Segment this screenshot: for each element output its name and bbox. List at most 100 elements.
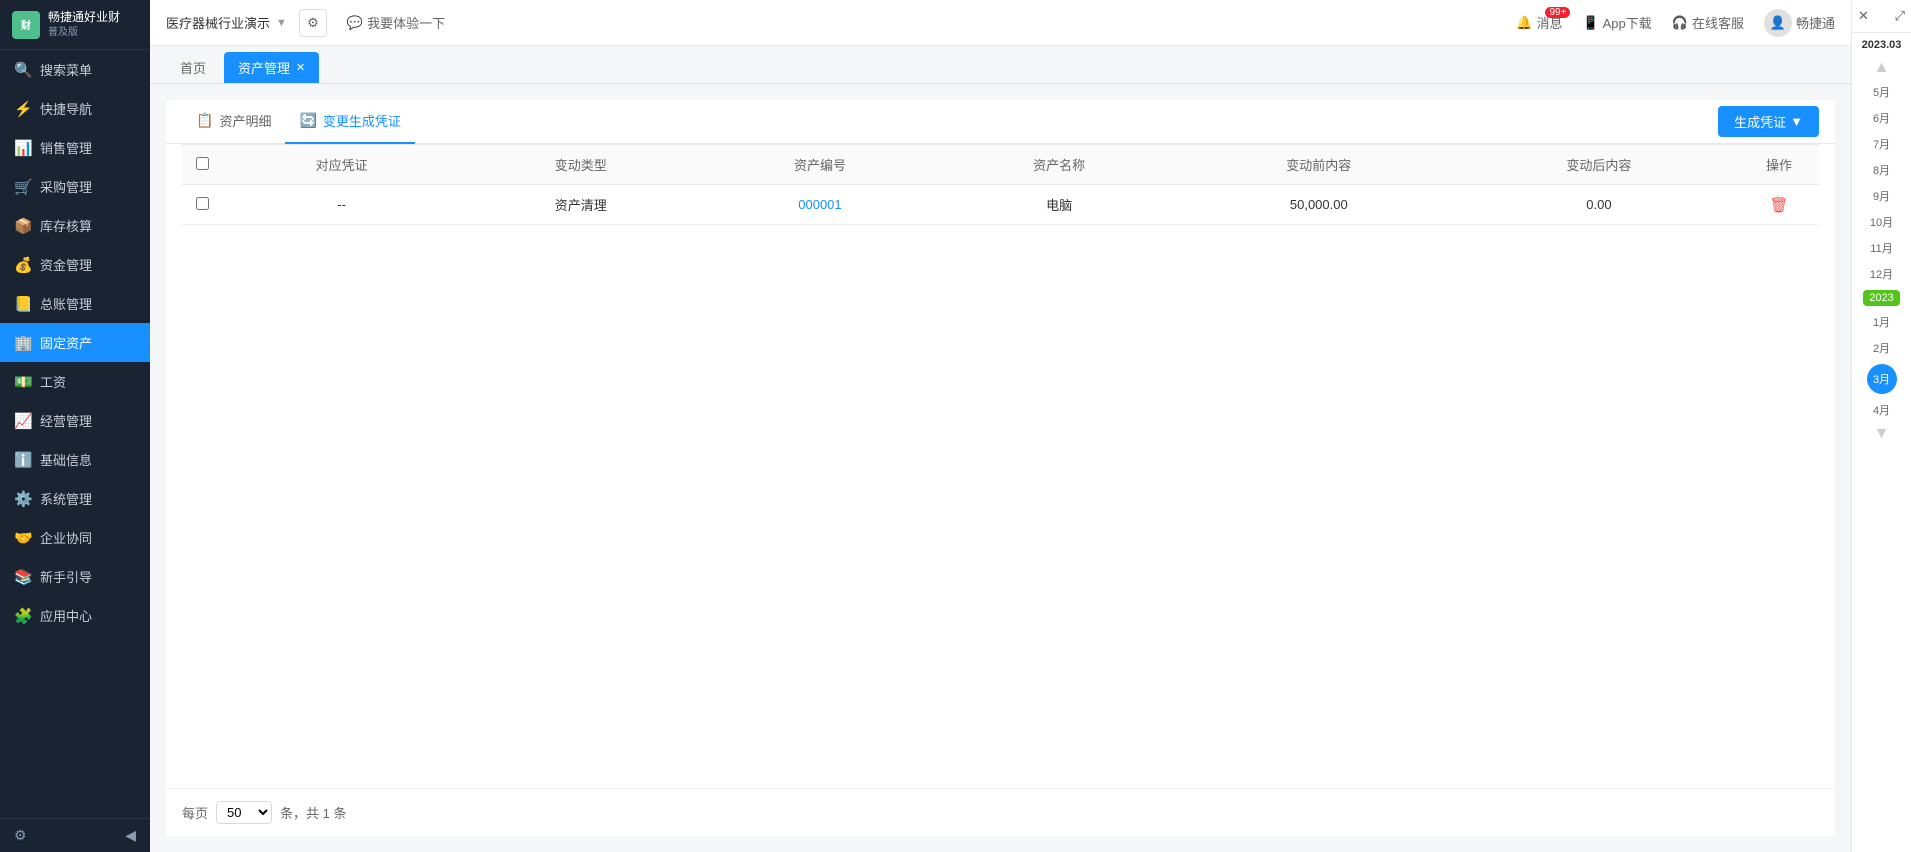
sidebar-item-inventory[interactable]: 📦库存核算: [0, 206, 150, 245]
sidebar-item-search[interactable]: 🔍 搜索菜单: [0, 50, 150, 89]
timeline-month-5[interactable]: 5月: [1873, 79, 1890, 105]
pagination: 每页 50 10 20 100 条，共 1 条: [166, 788, 1835, 836]
change-voucher-icon: 🔄: [299, 112, 316, 129]
message-button[interactable]: 🔔 消息 99+: [1516, 13, 1562, 32]
sidebar-label-purchase: 采购管理: [40, 177, 92, 196]
sidebar-item-system[interactable]: ⚙️系统管理: [0, 479, 150, 518]
customer-service-button[interactable]: 🎧 在线客服: [1672, 13, 1744, 32]
per-page-label: 每页: [182, 803, 208, 822]
panel-year-label: 2023.03: [1852, 33, 1911, 57]
app-download-button[interactable]: 📱 App下载: [1582, 13, 1651, 32]
timeline-month-11[interactable]: 11月: [1870, 235, 1892, 261]
feedback-icon: 💬: [347, 15, 363, 31]
timeline-month-6[interactable]: 6月: [1873, 105, 1890, 131]
sidebar-item-ledger[interactable]: 📒 总账管理: [0, 284, 150, 323]
sidebar-item-quicknav[interactable]: ⚡快捷导航: [0, 89, 150, 128]
timeline-month-feb[interactable]: 2月: [1873, 335, 1890, 361]
timeline-month-9[interactable]: 9月: [1873, 183, 1890, 209]
search-icon: 🔍: [14, 61, 32, 79]
sidebar-label-appmarket: 应用中心: [40, 606, 92, 625]
sidebar-label-search: 搜索菜单: [40, 60, 92, 79]
purchase-icon: 🛒: [14, 178, 32, 196]
timeline-month-mar-active[interactable]: 3月: [1867, 364, 1897, 394]
asset-detail-icon: 📋: [196, 112, 213, 129]
service-icon: 🎧: [1672, 15, 1688, 31]
basicinfo-icon: ℹ️: [14, 451, 32, 469]
timeline-up-arrow[interactable]: ▲: [1872, 57, 1892, 79]
tab-home[interactable]: 首页: [166, 52, 220, 83]
timeline-month-12[interactable]: 12月: [1870, 261, 1893, 287]
timeline-month-apr[interactable]: 4月: [1873, 397, 1890, 423]
header-assetid: 资产编号: [700, 145, 939, 185]
sidebar-label-operations: 经营管理: [40, 411, 92, 430]
generate-voucher-button[interactable]: 生成凭证 ▼: [1718, 106, 1819, 137]
nav-tabs: 首页 资产管理 ✕: [150, 46, 1851, 84]
sidebar-label-fixedasset: 固定资产: [40, 333, 92, 352]
sidebar: 财 畅捷通好业财 普及版 🔍搜索菜单⚡快捷导航📊销售管理🛒采购管理📦库存核算💰资…: [0, 0, 150, 852]
ledger-icon: 📒: [14, 295, 32, 313]
table-wrapper: 对应凭证 变动类型 资产编号 资产名称 变动前内容 变动后内容 操作 -- 资产…: [166, 144, 1835, 225]
asset-table: 对应凭证 变动类型 资产编号 资产名称 变动前内容 变动后内容 操作 -- 资产…: [182, 144, 1819, 225]
collapse-icon[interactable]: ◀: [125, 827, 136, 844]
company-name: 医疗器械行业演示: [166, 13, 270, 32]
sidebar-label-basicinfo: 基础信息: [40, 450, 92, 469]
sidebar-item-operations[interactable]: 📈 经营管理: [0, 401, 150, 440]
tab-asset-management[interactable]: 资产管理 ✕: [224, 52, 319, 83]
sidebar-item-collab[interactable]: 🤝企业协同: [0, 518, 150, 557]
delete-row-0[interactable]: 🗑: [1769, 196, 1788, 214]
company-selector[interactable]: 医疗器械行业演示 ▼: [166, 13, 287, 32]
settings-icon[interactable]: ⚙: [14, 827, 27, 844]
table-header-row: 对应凭证 变动类型 资产编号 资产名称 变动前内容 变动后内容 操作: [182, 145, 1819, 185]
appmarket-icon: 🧩: [14, 607, 32, 625]
sidebar-item-purchase[interactable]: 🛒 采购管理: [0, 167, 150, 206]
sub-tab-change-voucher[interactable]: 🔄 变更生成凭证: [285, 100, 414, 144]
sidebar-item-finance[interactable]: 💰资金管理: [0, 245, 150, 284]
app-icon: 📱: [1582, 15, 1598, 31]
sidebar-item-fixedasset[interactable]: 🏢 固定资产: [0, 323, 150, 362]
content-panel: 📋 资产明细 🔄 变更生成凭证 生成凭证 ▼: [166, 100, 1835, 836]
header-type: 变动类型: [461, 145, 700, 185]
select-all-checkbox[interactable]: [196, 157, 209, 170]
sub-tabs: 📋 资产明细 🔄 变更生成凭证 生成凭证 ▼: [166, 100, 1835, 144]
cell-voucher-0: --: [222, 185, 461, 225]
company-arrow-icon: ▼: [276, 17, 287, 29]
message-badge: 99+: [1545, 7, 1570, 18]
sidebar-item-sales[interactable]: 📊 销售管理: [0, 128, 150, 167]
sidebar-label-ledger: 总账管理: [40, 294, 92, 313]
message-icon: 🔔: [1516, 15, 1532, 31]
settings-button[interactable]: ⚙: [299, 9, 327, 37]
avatar: 👤: [1764, 9, 1792, 37]
pagination-total: 条，共 1 条: [280, 803, 346, 822]
sidebar-label-guide: 新手引导: [40, 567, 92, 586]
feedback-button[interactable]: 💬 我要体验一下: [347, 13, 445, 32]
sidebar-label-sales: 销售管理: [40, 138, 92, 157]
sidebar-item-appmarket[interactable]: 🧩 应用中心: [0, 596, 150, 635]
sidebar-label-inventory: 库存核算: [40, 216, 92, 235]
timeline-down-arrow[interactable]: ▼: [1872, 423, 1892, 445]
sidebar-item-payroll[interactable]: 💵工资: [0, 362, 150, 401]
sidebar-item-guide[interactable]: 📚 新手引导: [0, 557, 150, 596]
row-checkbox-0[interactable]: [196, 197, 209, 210]
tab-close-icon[interactable]: ✕: [296, 61, 305, 74]
timeline-month-7[interactable]: 7月: [1873, 131, 1890, 157]
expand-panel-icon[interactable]: ⤢: [1895, 8, 1905, 24]
dropdown-icon: ▼: [1790, 114, 1803, 129]
per-page-select[interactable]: 50 10 20 100: [216, 801, 272, 824]
sidebar-item-basicinfo[interactable]: ℹ️ 基础信息: [0, 440, 150, 479]
user-menu[interactable]: 👤 畅捷通: [1764, 9, 1835, 37]
timeline-month-8[interactable]: 8月: [1873, 157, 1890, 183]
sub-tab-asset-detail[interactable]: 📋 资产明细: [182, 100, 285, 144]
sidebar-menu: 🔍 搜索菜单 ⚡快捷导航 📊 销售管理 🛒 采购管理 📦库存核算💰资金管理 📒 总账管理 🏢 固定资产…: [0, 50, 150, 818]
timeline-month-jan[interactable]: 1月: [1873, 309, 1890, 335]
timeline-month-10[interactable]: 10月: [1870, 209, 1893, 235]
guide-icon: 📚: [14, 568, 32, 586]
topbar-right: 🔔 消息 99+ 📱 App下载 🎧 在线客服 👤 畅捷通: [1516, 9, 1835, 37]
timeline-year-2023[interactable]: 2023: [1863, 290, 1899, 306]
cell-type-0: 资产清理: [461, 185, 700, 225]
header-checkbox-col: [182, 145, 222, 185]
sales-icon: 📊: [14, 139, 32, 157]
operations-icon: 📈: [14, 412, 32, 430]
fixedasset-icon: 🏢: [14, 334, 32, 352]
close-panel-icon[interactable]: ✕: [1858, 8, 1869, 24]
gear-icon: ⚙: [307, 15, 319, 31]
